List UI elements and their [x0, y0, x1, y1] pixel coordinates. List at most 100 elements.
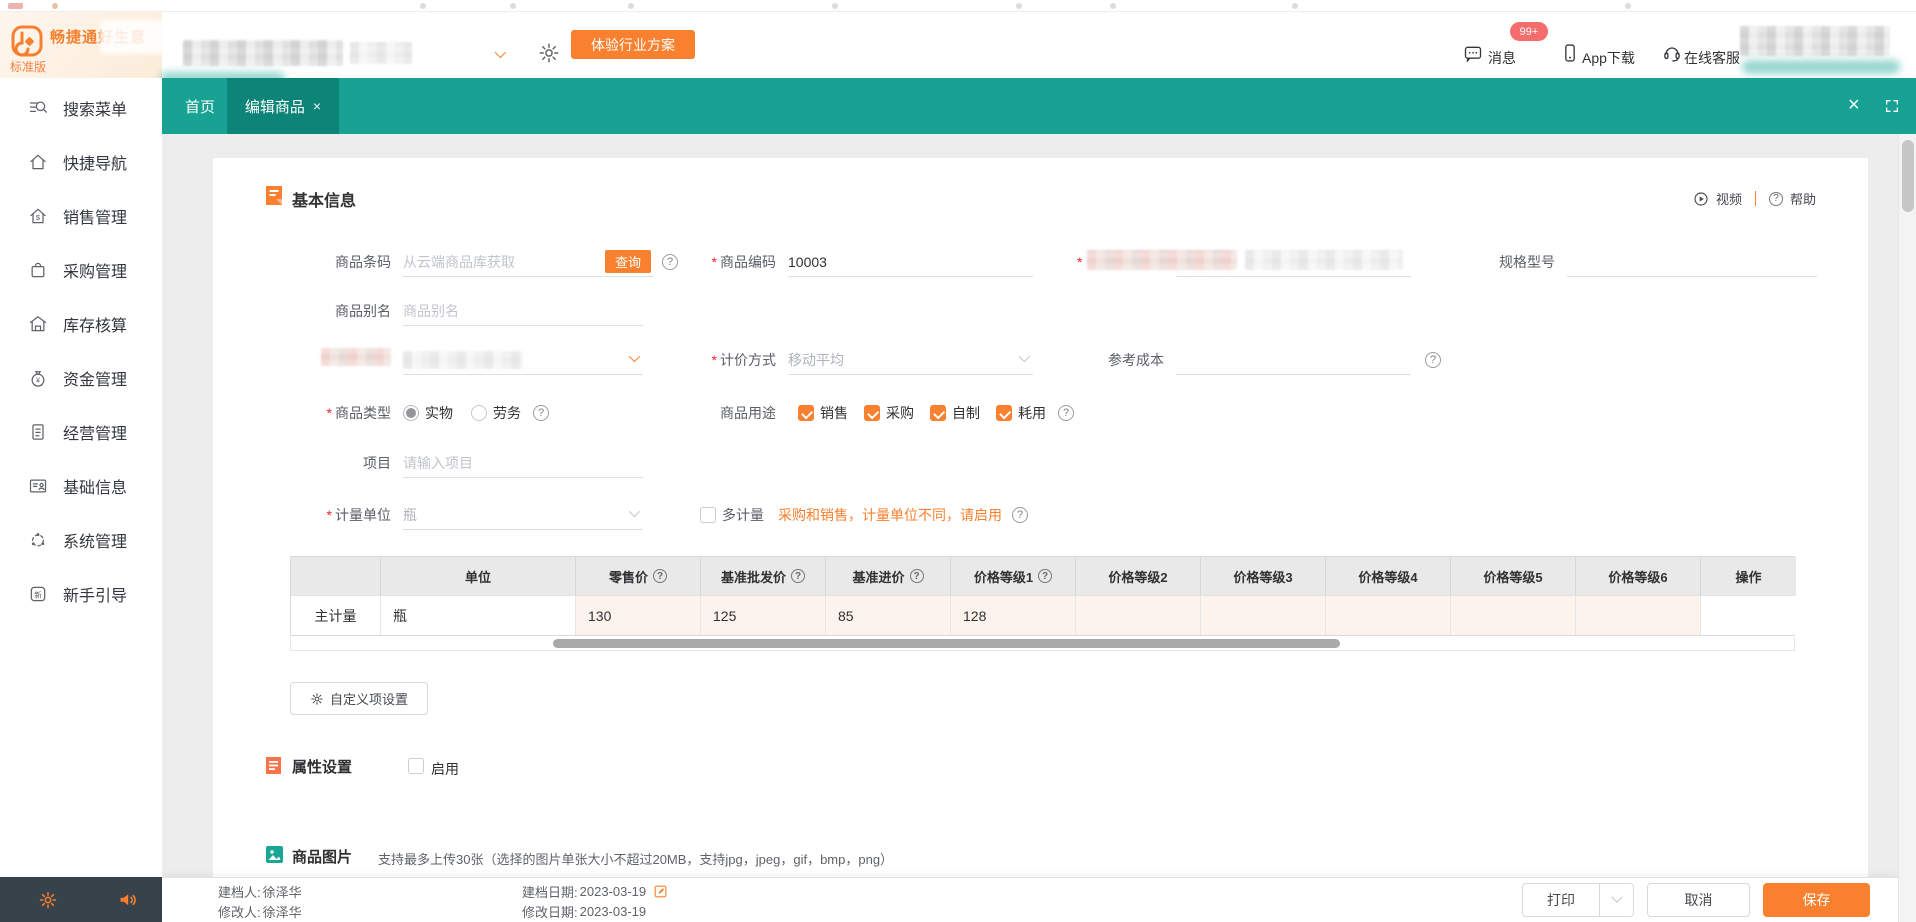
vertical-scrollbar[interactable]: [1898, 134, 1916, 922]
modifier-row: 修改人: 徐泽华: [218, 902, 302, 921]
main-card: 基本信息 视频 ? 帮助 商品条码 查询 ? *商品编码 * 规格型号 商品别名…: [213, 158, 1868, 877]
cell-level6[interactable]: [1576, 595, 1701, 635]
refcost-help-icon[interactable]: ?: [1425, 352, 1441, 368]
message-icon[interactable]: [1463, 44, 1483, 64]
sidebar-item-funds[interactable]: ¥ 资金管理: [0, 351, 162, 405]
footer-speaker-icon[interactable]: [117, 889, 138, 910]
horizontal-scrollbar-thumb[interactable]: [553, 639, 1340, 648]
help-icon[interactable]: ?: [1038, 569, 1053, 583]
print-button[interactable]: 打印: [1523, 890, 1599, 910]
cell-level4[interactable]: [1326, 595, 1451, 635]
multiunit-checkbox[interactable]: [700, 507, 716, 523]
video-link[interactable]: 视频: [1716, 189, 1742, 208]
tab-edit-product[interactable]: 编辑商品 ×: [227, 78, 339, 134]
fullscreen-icon[interactable]: [1884, 98, 1900, 114]
online-service-label[interactable]: 在线客服: [1684, 48, 1740, 68]
usage-help-icon[interactable]: ?: [1058, 405, 1074, 421]
type-help-icon[interactable]: ?: [533, 405, 549, 421]
spec-field[interactable]: [1567, 247, 1817, 277]
app-download-icon[interactable]: [1560, 43, 1580, 63]
usage-label: 商品用途: [720, 405, 776, 421]
radio-service[interactable]: [471, 405, 487, 421]
sidebar-item-basic-info[interactable]: 基础信息: [0, 459, 162, 513]
code-field[interactable]: [788, 247, 1033, 277]
code-input[interactable]: [788, 253, 1033, 270]
svg-text:新: 新: [34, 589, 42, 599]
help-link[interactable]: 帮助: [1790, 189, 1816, 208]
footer-gear-icon[interactable]: [38, 890, 58, 910]
tab-bar: 首页 编辑商品 × ×: [162, 78, 1916, 134]
checkbox-consume[interactable]: [996, 405, 1012, 421]
tab-home[interactable]: 首页: [168, 78, 232, 134]
user-account-redacted[interactable]: [1740, 26, 1890, 56]
money-pouch-icon: ¥: [31, 371, 45, 387]
chevron-down-icon[interactable]: [494, 46, 507, 59]
chevron-down-icon[interactable]: [628, 505, 641, 518]
browser-favicon-dot: [52, 3, 58, 9]
multiunit-help-icon[interactable]: ?: [1012, 507, 1028, 523]
save-button[interactable]: 保存: [1763, 883, 1870, 917]
alias-field[interactable]: [403, 296, 643, 326]
enable-checkbox[interactable]: [408, 758, 424, 774]
sidebar-item-label: 新手引导: [63, 588, 128, 605]
messages-badge: 99+: [1510, 22, 1548, 41]
vertical-scrollbar-thumb[interactable]: [1902, 140, 1914, 212]
workspace-select[interactable]: [183, 40, 343, 66]
sidebar-item-inventory[interactable]: 库存核算: [0, 297, 162, 351]
browser-favicon-dot: [628, 3, 634, 9]
cancel-button[interactable]: 取消: [1647, 883, 1750, 917]
project-field[interactable]: [403, 448, 643, 478]
alias-label: 商品别名: [335, 303, 391, 319]
cell-level3[interactable]: [1201, 595, 1326, 635]
checkbox-sale[interactable]: [798, 405, 814, 421]
tab-close-icon[interactable]: ×: [313, 98, 321, 114]
sidebar-item-quick-nav[interactable]: 快捷导航: [0, 135, 162, 189]
gear-icon: [311, 692, 323, 705]
messages-label[interactable]: 消息: [1488, 48, 1516, 68]
print-dropdown-button[interactable]: [1599, 884, 1633, 916]
section-title-basic: 基本信息: [292, 193, 357, 210]
alias-input[interactable]: [403, 302, 643, 319]
project-input[interactable]: [403, 454, 643, 471]
cell-wholesale[interactable]: 125: [701, 595, 826, 635]
app-download-label[interactable]: App下载: [1582, 48, 1635, 68]
sidebar-item-sales[interactable]: $ 销售管理: [0, 189, 162, 243]
section-attributes-icon: [266, 757, 281, 774]
header-cell-level2: 价格等级2: [1076, 557, 1201, 595]
refcost-input[interactable]: [1176, 351, 1411, 368]
custom-fields-button[interactable]: 自定义项设置: [290, 682, 428, 715]
sidebar-item-business[interactable]: 经营管理: [0, 405, 162, 459]
divider: [1754, 191, 1756, 206]
tab-home-label: 首页: [184, 98, 215, 116]
checkbox-purchase[interactable]: [864, 405, 880, 421]
sidebar-item-search-menu[interactable]: 搜索菜单: [0, 81, 162, 135]
cell-level2[interactable]: [1076, 595, 1201, 635]
tabbar-close-icon[interactable]: ×: [1848, 92, 1860, 118]
cell-retail[interactable]: 130: [576, 595, 701, 635]
spec-label: 规格型号: [1499, 254, 1555, 270]
checkbox-selfmade[interactable]: [930, 405, 946, 421]
experience-plan-button[interactable]: 体验行业方案: [571, 30, 695, 59]
sidebar-item-label: 基础信息: [63, 480, 128, 497]
help-icon[interactable]: ?: [909, 569, 924, 583]
sidebar-item-purchase[interactable]: 采购管理: [0, 243, 162, 297]
sidebar-item-system[interactable]: 系统管理: [0, 513, 162, 567]
edit-date-icon[interactable]: [653, 884, 668, 899]
online-service-icon[interactable]: [1662, 43, 1682, 63]
browser-favicon-dot: [8, 3, 23, 9]
radio-physical[interactable]: [403, 405, 419, 421]
price-table-row: 主计量 瓶 130 125 85 128: [291, 595, 1796, 635]
spec-input[interactable]: [1567, 253, 1817, 270]
unit-select[interactable]: 瓶: [403, 500, 643, 530]
help-icon[interactable]: ?: [653, 569, 667, 583]
sidebar-item-newbie-guide[interactable]: 新 新手引导: [0, 567, 162, 621]
cell-level5[interactable]: [1451, 595, 1576, 635]
horizontal-scrollbar[interactable]: [290, 637, 1795, 651]
browser-favicon-dot: [1625, 3, 1631, 9]
settings-gear-icon[interactable]: [538, 42, 560, 64]
help-icon[interactable]: ?: [791, 569, 805, 583]
id-card-icon: [29, 479, 47, 493]
cell-level1[interactable]: 128: [951, 595, 1076, 635]
cell-purchase[interactable]: 85: [826, 595, 951, 635]
refcost-field[interactable]: [1176, 345, 1411, 375]
